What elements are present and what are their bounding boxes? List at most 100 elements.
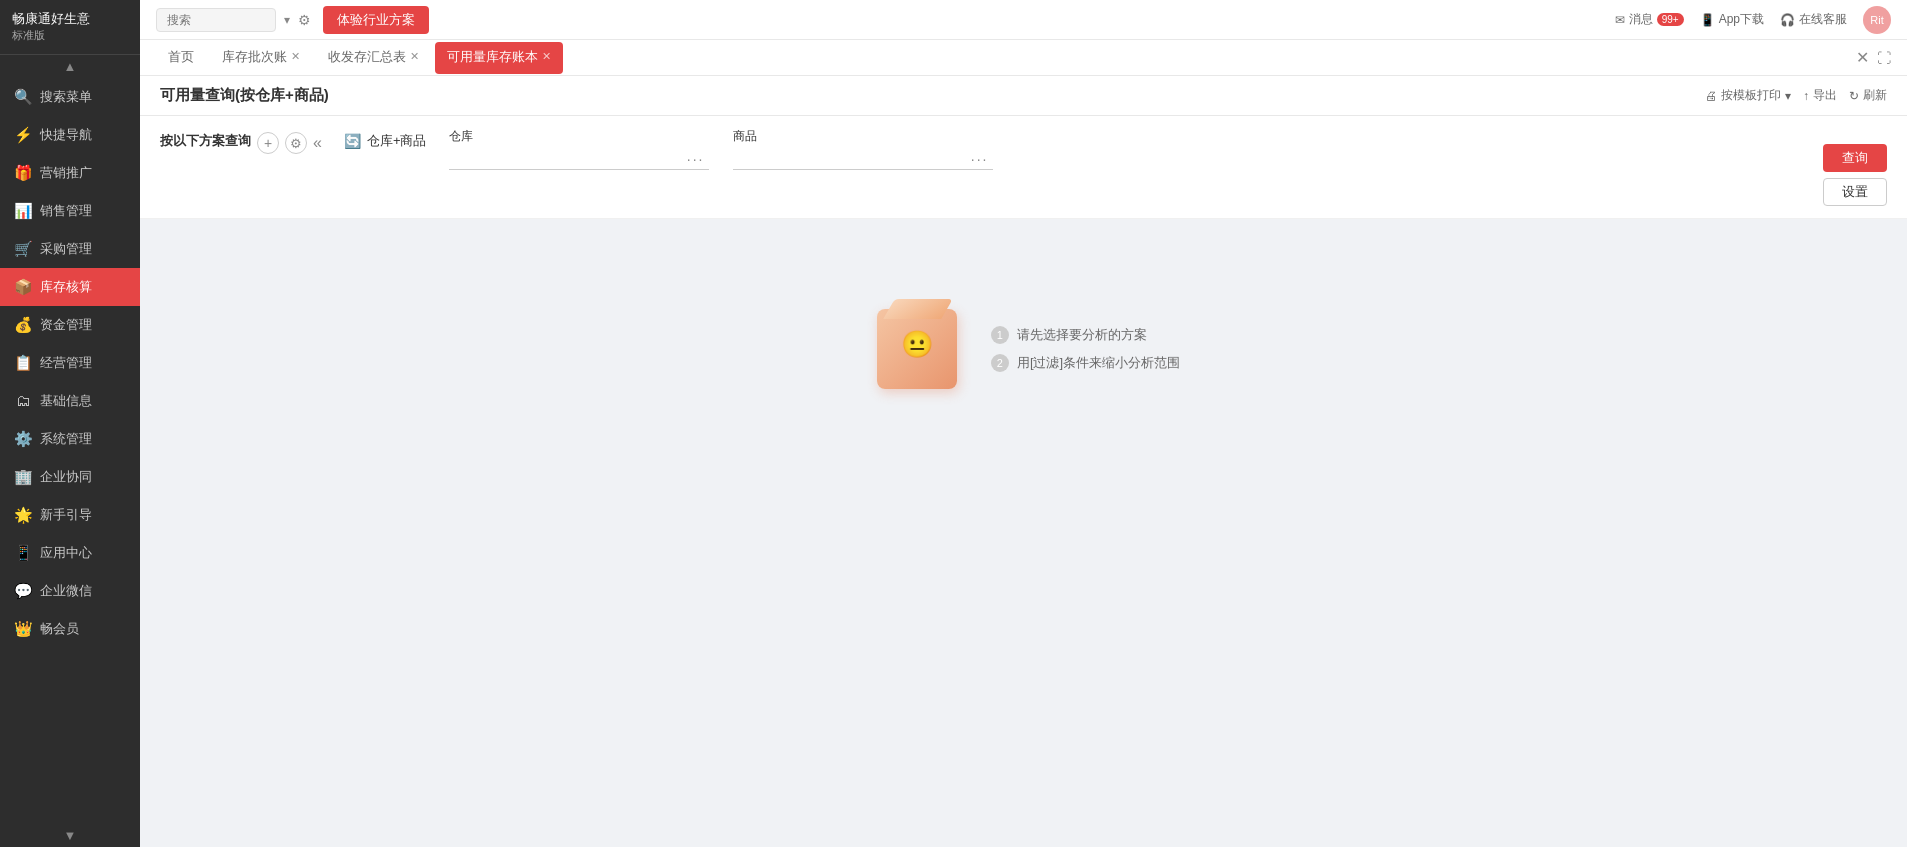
apps-icon: 📱	[14, 544, 32, 562]
sidebar-nav: 🔍 搜索菜单 ⚡ 快捷导航 🎁 营销推广 📊 销售管理 🛒 采购管理 📦 库存核…	[0, 78, 140, 824]
refresh-icon: ↻	[1849, 89, 1859, 103]
refresh-label: 刷新	[1863, 87, 1887, 104]
mobile-icon: 📱	[1700, 13, 1715, 27]
filter-setting-btn[interactable]: ⚙	[285, 132, 307, 154]
query-btn[interactable]: 查询	[1823, 144, 1887, 172]
sidebar-item-search[interactable]: 🔍 搜索菜单	[0, 78, 140, 116]
sidebar-item-operations[interactable]: 📋 经营管理	[0, 344, 140, 382]
service-btn[interactable]: 🎧 在线客服	[1780, 11, 1847, 28]
topbar: ▾ ⚙ 体验行业方案 ✉ 消息 99+ 📱 App下载 🎧 在线客服 Rit	[140, 0, 1907, 40]
tab-batch-label: 库存批次账	[222, 48, 287, 66]
tab-home[interactable]: 首页	[156, 42, 206, 74]
system-icon: ⚙️	[14, 430, 32, 448]
warehouse-input-box: ···	[449, 149, 709, 170]
topbar-chevron-icon[interactable]: ▾	[284, 13, 290, 27]
sidebar-label-member: 畅会员	[40, 620, 79, 638]
print-btn[interactable]: 🖨 按模板打印 ▾	[1705, 87, 1791, 104]
scheme-list: 🔄 仓库+商品	[334, 128, 437, 154]
scheme-label: 仓库+商品	[367, 132, 427, 150]
inventory-icon: 📦	[14, 278, 32, 296]
filter-area: 按以下方案查询 + ⚙ « 🔄 仓库+商品 仓库 ···	[140, 116, 1907, 219]
empty-state: 1 请先选择要分析的方案 2 用[过滤]条件来缩小分析范围	[140, 219, 1907, 479]
wechat-icon: 💬	[14, 582, 32, 600]
sidebar-item-enterprise[interactable]: 🏢 企业协同	[0, 458, 140, 496]
user-name: Rit	[1870, 14, 1883, 26]
tip-text-2: 用[过滤]条件来缩小分析范围	[1017, 354, 1180, 372]
sidebar-item-quicknav[interactable]: ⚡ 快捷导航	[0, 116, 140, 154]
tab-available-label: 可用量库存账本	[447, 48, 538, 66]
goods-dots-icon[interactable]: ···	[971, 151, 989, 167]
topbar-search-input[interactable]	[156, 8, 276, 32]
export-label: 导出	[1813, 87, 1837, 104]
operations-icon: 📋	[14, 354, 32, 372]
app-label: App下载	[1719, 11, 1764, 28]
sidebar-item-purchase[interactable]: 🛒 采购管理	[0, 230, 140, 268]
service-label: 在线客服	[1799, 11, 1847, 28]
message-btn[interactable]: ✉ 消息 99+	[1615, 11, 1684, 28]
sidebar-item-wechat[interactable]: 💬 企业微信	[0, 572, 140, 610]
empty-illustration	[867, 299, 967, 399]
empty-tips: 1 请先选择要分析的方案 2 用[过滤]条件来缩小分析范围	[991, 326, 1180, 372]
tab-home-label: 首页	[168, 48, 194, 66]
tab-summary-close[interactable]: ✕	[410, 50, 419, 63]
tabbar-close-icon[interactable]: ✕	[1856, 48, 1869, 67]
warehouse-dots-icon[interactable]: ···	[687, 151, 705, 167]
refresh-btn[interactable]: ↻ 刷新	[1849, 87, 1887, 104]
goods-label: 商品	[733, 128, 993, 145]
page-header: 可用量查询(按仓库+商品) 🖨 按模板打印 ▾ ↑ 导出 ↻ 刷新	[140, 76, 1907, 116]
goods-input-box: ···	[733, 149, 993, 170]
user-avatar[interactable]: Rit	[1863, 6, 1891, 34]
sidebar-item-inventory[interactable]: 📦 库存核算	[0, 268, 140, 306]
tab-summary-label: 收发存汇总表	[328, 48, 406, 66]
logo-sub: 标准版	[12, 28, 128, 43]
empty-tip-2: 2 用[过滤]条件来缩小分析范围	[991, 354, 1180, 372]
scheme-item-warehouse-goods[interactable]: 🔄 仓库+商品	[334, 128, 437, 154]
topbar-gear-icon[interactable]: ⚙	[298, 12, 311, 28]
tab-batch[interactable]: 库存批次账 ✕	[210, 42, 312, 74]
sidebar-item-marketing[interactable]: 🎁 营销推广	[0, 154, 140, 192]
tabbar-expand-icon[interactable]: ⛶	[1877, 50, 1891, 66]
filter-add-btn[interactable]: +	[257, 132, 279, 154]
enterprise-icon: 🏢	[14, 468, 32, 486]
settings-btn[interactable]: 设置	[1823, 178, 1887, 206]
sidebar-label-newbie: 新手引导	[40, 506, 92, 524]
filter-collapse-icon[interactable]: «	[313, 132, 322, 154]
sidebar-logo: 畅康通好生意 标准版	[0, 0, 140, 55]
export-icon: ↑	[1803, 89, 1809, 103]
page-actions: 🖨 按模板打印 ▾ ↑ 导出 ↻ 刷新	[1705, 87, 1887, 104]
print-dropdown-icon[interactable]: ▾	[1785, 89, 1791, 103]
sidebar-label-inventory: 库存核算	[40, 278, 92, 296]
tip-num-1: 1	[991, 326, 1009, 344]
sidebar-item-newbie[interactable]: 🌟 新手引导	[0, 496, 140, 534]
query-btn-area: 查询 设置	[1823, 128, 1887, 206]
sidebar-item-member[interactable]: 👑 畅会员	[0, 610, 140, 648]
app-download-btn[interactable]: 📱 App下载	[1700, 11, 1764, 28]
tab-batch-close[interactable]: ✕	[291, 50, 300, 63]
tab-available[interactable]: 可用量库存账本 ✕	[435, 42, 563, 74]
sidebar-item-apps[interactable]: 📱 应用中心	[0, 534, 140, 572]
empty-cube	[877, 309, 957, 389]
export-btn[interactable]: ↑ 导出	[1803, 87, 1837, 104]
trial-btn[interactable]: 体验行业方案	[323, 6, 429, 34]
sidebar-item-system[interactable]: ⚙️ 系统管理	[0, 420, 140, 458]
sidebar-label-finance: 资金管理	[40, 316, 92, 334]
sidebar-label-enterprise: 企业协同	[40, 468, 92, 486]
message-label: 消息	[1629, 11, 1653, 28]
main-area: ▾ ⚙ 体验行业方案 ✉ 消息 99+ 📱 App下载 🎧 在线客服 Rit	[140, 0, 1907, 847]
quicknav-icon: ⚡	[14, 126, 32, 144]
warehouse-input[interactable]	[453, 152, 683, 167]
tab-available-close[interactable]: ✕	[542, 50, 551, 63]
sidebar-item-finance[interactable]: 💰 资金管理	[0, 306, 140, 344]
basics-icon: 🗂	[14, 392, 32, 409]
content-area: 可用量查询(按仓库+商品) 🖨 按模板打印 ▾ ↑ 导出 ↻ 刷新	[140, 76, 1907, 847]
sidebar-scroll-down[interactable]: ▼	[0, 824, 140, 847]
headset-icon: 🎧	[1780, 13, 1795, 27]
tab-summary[interactable]: 收发存汇总表 ✕	[316, 42, 431, 74]
sales-icon: 📊	[14, 202, 32, 220]
goods-input[interactable]	[737, 152, 967, 167]
marketing-icon: 🎁	[14, 164, 32, 182]
sidebar-label-quicknav: 快捷导航	[40, 126, 92, 144]
sidebar-item-basics[interactable]: 🗂 基础信息	[0, 382, 140, 420]
sidebar-item-sales[interactable]: 📊 销售管理	[0, 192, 140, 230]
sidebar-scroll-up[interactable]: ▲	[0, 55, 140, 78]
